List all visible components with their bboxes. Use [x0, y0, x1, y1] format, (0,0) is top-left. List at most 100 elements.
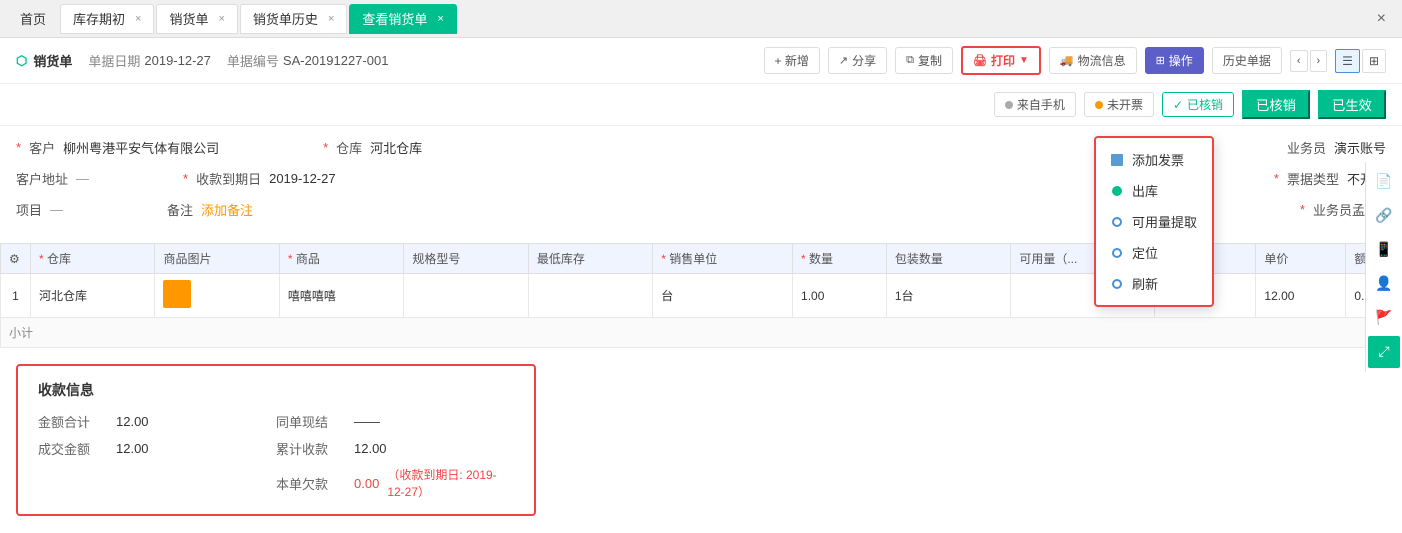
tab-home[interactable]: 首页 [8, 9, 58, 28]
done-button[interactable]: ✓ 已核销 [1162, 92, 1234, 117]
tab-bar: 首页 库存期初 × 销货单 × 销货单历史 × 查看销货单 × × [0, 0, 1402, 38]
view-buttons: ☰ ⊞ [1335, 49, 1386, 73]
prev-button[interactable]: ‹ [1290, 50, 1308, 72]
operate-button[interactable]: ⊞ 操作 [1145, 47, 1204, 74]
add-note-button[interactable]: 添加备注 [201, 200, 253, 219]
view-grid-button[interactable]: ⊞ [1362, 49, 1386, 73]
payment-row-overdue: 本单欠款 0.00 （收款到期日: 2019-12-27） [276, 466, 514, 500]
row-pack-qty: 1台 [886, 274, 1010, 318]
col-product: * 商品 [279, 244, 403, 274]
req-mark: * [16, 140, 21, 155]
circle-outline-icon [1110, 246, 1124, 260]
doc-meta: 单据日期 2019-12-27 单据编号 SA-20191227-001 [88, 51, 388, 70]
req-mark: * [1274, 171, 1279, 186]
copy-button[interactable]: ⧉ 复制 [895, 47, 953, 74]
payment-date-field: * 收款到期日 2019-12-27 [183, 169, 336, 188]
product-thumbnail [163, 280, 191, 308]
share-button[interactable]: ↗ 分享 [828, 47, 887, 74]
payment-title: 收款信息 [38, 380, 514, 400]
tab-sales-history-label: 销货单历史 [253, 9, 318, 28]
dropdown-outbound[interactable]: 出库 [1096, 175, 1212, 206]
col-min-stock: 最低库存 [528, 244, 652, 274]
col-quantity: * 数量 [793, 244, 887, 274]
sidebar-flag-icon[interactable]: 🚩 [1368, 302, 1400, 334]
date-label: 单据日期 [88, 51, 140, 70]
doc-title-text: 销货单 [33, 51, 72, 70]
payment-row-deal: 成交金额 12.00 [38, 439, 276, 458]
row-quantity: 1.00 [793, 274, 887, 318]
mobile-dot-icon [1005, 101, 1013, 109]
dropdown-popup: 添加发票 出库 可用量提取 定位 刷新 [1094, 136, 1214, 307]
circle-outline-icon [1110, 215, 1124, 229]
close-icon[interactable]: × [437, 13, 443, 25]
row-index: 1 [1, 274, 31, 318]
col-pack-qty: 包装数量 [886, 244, 1010, 274]
row-warehouse: 河北仓库 [31, 274, 155, 318]
close-icon[interactable]: × [218, 13, 224, 25]
dropdown-refresh[interactable]: 刷新 [1096, 268, 1212, 299]
close-icon[interactable]: × [135, 13, 141, 25]
row-min-stock [528, 274, 652, 318]
warehouse-field: * 仓库 河北仓库 [323, 138, 422, 157]
print-button[interactable]: 🖨 打印 ▼ [961, 46, 1041, 75]
doc-no-label: 单据编号 [227, 51, 279, 70]
effective-button[interactable]: 已生效 [1318, 90, 1386, 119]
col-gear: ⚙ [1, 244, 31, 274]
dropdown-locate[interactable]: 定位 [1096, 237, 1212, 268]
tab-sales-history[interactable]: 销货单历史 × [240, 4, 347, 34]
customer-field: * 客户 柳州粤港平安气体有限公司 [16, 138, 219, 157]
req-mark: * [323, 140, 328, 155]
doc-title: ⬡ 销货单 [16, 51, 72, 70]
circle-icon [1110, 184, 1124, 198]
row-product: 嘻嘻嘻嘻 [279, 274, 403, 318]
tab-view-sales-label: 查看销货单 [362, 9, 427, 28]
view-list-button[interactable]: ☰ [1335, 49, 1360, 73]
nav-arrows: ‹ › [1290, 50, 1327, 72]
date-value: 2019-12-27 [144, 53, 211, 68]
tab-sales-order-label: 销货单 [169, 9, 208, 28]
from-mobile-button[interactable]: 来自手机 [994, 92, 1076, 117]
row-spec [404, 274, 528, 318]
sidebar-fullscreen-icon[interactable]: ⤢ [1368, 336, 1400, 368]
circle-outline-icon [1110, 277, 1124, 291]
dropdown-add-invoice[interactable]: 添加发票 [1096, 144, 1212, 175]
dropdown-arrow-icon: ▼ [1019, 55, 1029, 66]
col-unit-price: 单价 [1256, 244, 1346, 274]
tab-sales-order[interactable]: 销货单 × [156, 4, 237, 34]
sidebar-phone-icon[interactable]: 📱 [1368, 234, 1400, 266]
payment-grid: 金额合计 12.00 同单现结 —— 成交金额 12.00 累计收款 12.00 [38, 412, 514, 500]
tab-home-label: 首页 [20, 12, 46, 27]
new-button[interactable]: + 新增 [764, 47, 820, 74]
square-icon [1110, 153, 1124, 167]
sidebar-document-icon[interactable]: 📄 [1368, 166, 1400, 198]
doc-no-value: SA-20191227-001 [283, 53, 389, 68]
tab-inventory-init[interactable]: 库存期初 × [60, 4, 154, 34]
subtotal-row: 小计 [1, 318, 1402, 348]
payment-row-cumulative: 累计收款 12.00 [276, 439, 514, 458]
tab-inventory-init-label: 库存期初 [73, 9, 125, 28]
not-open-button[interactable]: 未开票 [1084, 92, 1154, 117]
staff-field: 业务员 演示账号 [1287, 138, 1386, 157]
project-field: 项目 — [16, 200, 63, 219]
window-close-button[interactable]: × [1369, 10, 1394, 28]
payment-box: 收款信息 金额合计 12.00 同单现结 —— 成交金额 12.00 累计收款 … [16, 364, 536, 516]
doc-title-icon: ⬡ [16, 53, 27, 69]
col-spec: 规格型号 [404, 244, 528, 274]
close-icon[interactable]: × [328, 13, 334, 25]
req-mark: * [183, 171, 188, 186]
notopen-dot-icon [1095, 101, 1103, 109]
logistics-button[interactable]: 🚚 物流信息 [1049, 47, 1137, 74]
col-product-img: 商品图片 [155, 244, 279, 274]
sidebar-user-icon[interactable]: 👤 [1368, 268, 1400, 300]
tab-view-sales[interactable]: 查看销货单 × [349, 4, 456, 34]
next-button[interactable]: › [1310, 50, 1328, 72]
sidebar-link-icon[interactable]: 🔗 [1368, 200, 1400, 232]
toolbar: + 新增 ↗ 分享 ⧉ 复制 🖨 打印 ▼ 🚚 物流信息 [764, 46, 1386, 75]
sub-toolbar: 来自手机 未开票 ✓ 已核销 已核销 已生效 [0, 84, 1402, 126]
col-warehouse: * 仓库 [31, 244, 155, 274]
col-sales-unit: * 销售单位 [653, 244, 793, 274]
history-button[interactable]: 历史单据 [1212, 47, 1282, 74]
dropdown-available-qty[interactable]: 可用量提取 [1096, 206, 1212, 237]
sold-button[interactable]: 已核销 [1242, 90, 1310, 119]
row-unit-price: 12.00 [1256, 274, 1346, 318]
